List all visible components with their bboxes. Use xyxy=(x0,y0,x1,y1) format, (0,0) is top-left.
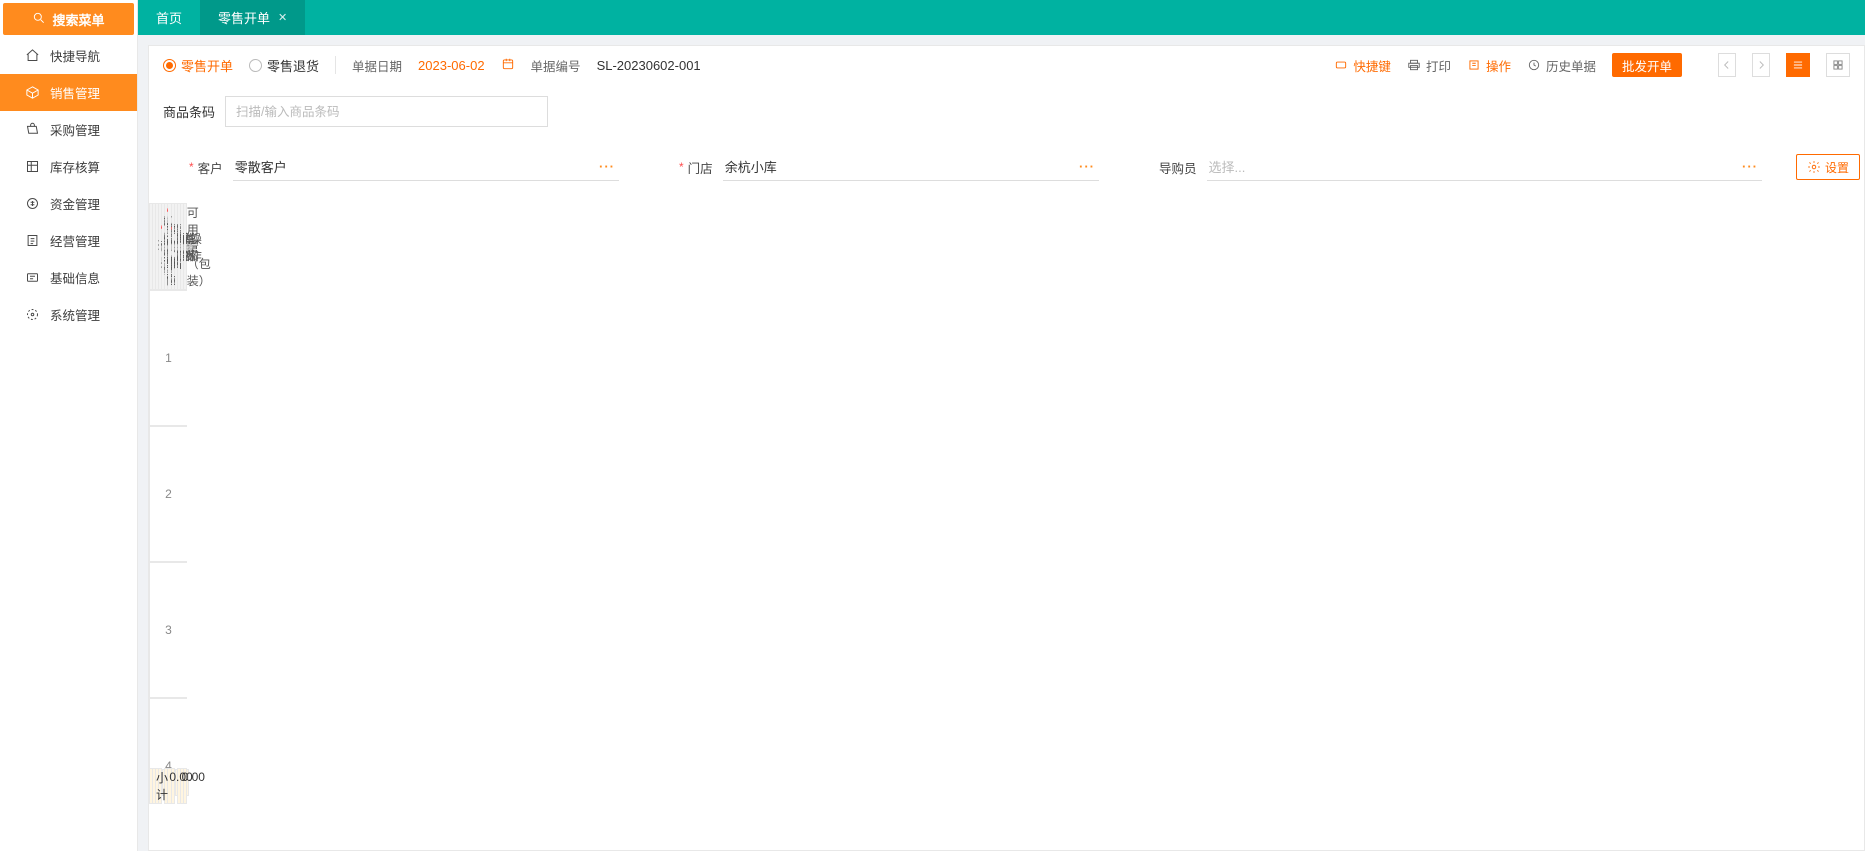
print-link[interactable]: 打印 xyxy=(1407,56,1451,75)
operate-label: 操作 xyxy=(1486,56,1511,75)
customer-value: 零散客户 xyxy=(235,157,287,176)
ellipsis-icon: ··· xyxy=(1079,159,1095,174)
row-index: 3 xyxy=(150,563,188,698)
order-number-label: 单据编号 xyxy=(531,56,581,75)
barcode-label: 商品条码 xyxy=(163,102,215,121)
row-index: 2 xyxy=(150,427,188,562)
tab[interactable]: 零售开单 ✕ xyxy=(200,0,305,35)
cart-icon xyxy=(24,122,40,138)
search-menu-label: 搜索菜单 xyxy=(52,10,104,29)
view-mode-grid-button[interactable] xyxy=(1826,53,1850,77)
base-icon xyxy=(24,270,40,286)
table-row[interactable]: 2 xyxy=(149,426,187,562)
order-form-row: *客户 零散客户 ··· *门店 余杭小库 ··· xyxy=(149,133,1864,191)
radio-retail-return[interactable]: 零售退货 xyxy=(249,56,319,75)
barcode-row: 商品条码 xyxy=(149,84,1864,133)
order-date-value[interactable]: 2023-06-02 xyxy=(418,58,485,73)
close-icon[interactable]: ✕ xyxy=(278,11,287,24)
tab-label: 零售开单 xyxy=(218,8,270,27)
col-ops: 操作 xyxy=(183,204,186,290)
sidebar-item-label: 库存核算 xyxy=(50,157,100,176)
history-link[interactable]: 历史单据 xyxy=(1527,56,1596,75)
barcode-input[interactable] xyxy=(225,96,548,127)
shortcut-link[interactable]: 快捷键 xyxy=(1334,56,1391,75)
sidebar-item-label: 快捷导航 xyxy=(50,46,100,65)
sidebar-item-base[interactable]: 基础信息 xyxy=(0,259,137,296)
sidebar-item-label: 资金管理 xyxy=(50,194,100,213)
sidebar-item-label: 采购管理 xyxy=(50,120,100,139)
history-label: 历史单据 xyxy=(1546,56,1596,75)
ellipsis-icon: ··· xyxy=(1742,159,1758,174)
sidebar: 搜索菜单 快捷导航销售管理采购管理库存核算资金管理经营管理基础信息系统管理 xyxy=(0,0,138,851)
guide-placeholder: 选择... xyxy=(1209,157,1246,176)
settings-button[interactable]: 设置 xyxy=(1796,154,1860,180)
tab-bar: 首页 零售开单 ✕ xyxy=(138,0,1865,35)
settings-label: 设置 xyxy=(1825,159,1849,176)
table-row[interactable]: 1 xyxy=(149,290,187,426)
guide-select[interactable]: 选择... ··· xyxy=(1207,153,1762,181)
store-select[interactable]: 余杭小库 ··· xyxy=(723,153,1099,181)
order-card: 零售开单 零售退货 单据日期 2023-06-02 单据编号 SL-202306… xyxy=(148,45,1865,851)
sidebar-item-home[interactable]: 快捷导航 xyxy=(0,37,137,74)
next-order-button[interactable] xyxy=(1752,53,1770,77)
radio-retail-create-label: 零售开单 xyxy=(181,56,233,75)
guide-label: 导购员 xyxy=(1159,158,1197,177)
operate-link[interactable]: 操作 xyxy=(1467,56,1511,75)
row-index: 4 xyxy=(150,699,188,769)
sidebar-item-label: 销售管理 xyxy=(50,83,100,102)
home-icon xyxy=(24,48,40,64)
system-icon xyxy=(24,307,40,323)
order-items-grid: ▲▼商品 ▲▼规格型号 ▲▼销售单位 ▲▼数量 ▲▼零售价 ▲▼折扣% ▲▼单价… xyxy=(149,203,1864,850)
ellipsis-icon: ··· xyxy=(599,159,615,174)
sidebar-item-system[interactable]: 系统管理 xyxy=(0,296,137,333)
tab-label: 首页 xyxy=(156,8,182,27)
bulk-order-button[interactable]: 批发开单 xyxy=(1612,53,1682,77)
prev-order-button[interactable] xyxy=(1718,53,1736,77)
order-number-value: SL-20230602-001 xyxy=(597,58,701,73)
sidebar-item-label: 基础信息 xyxy=(50,268,100,287)
table-row[interactable]: 3 xyxy=(149,562,187,698)
table-row[interactable]: 4 xyxy=(149,698,187,768)
store-value: 余杭小库 xyxy=(725,157,777,176)
shortcut-label: 快捷键 xyxy=(1353,56,1391,75)
sidebar-item-cart[interactable]: 采购管理 xyxy=(0,111,137,148)
sidebar-item-fund[interactable]: 资金管理 xyxy=(0,185,137,222)
card-header: 零售开单 零售退货 单据日期 2023-06-02 单据编号 SL-202306… xyxy=(149,46,1864,84)
sidebar-item-label: 经营管理 xyxy=(50,231,100,250)
order-date-label: 单据日期 xyxy=(352,56,402,75)
print-label: 打印 xyxy=(1426,56,1451,75)
row-index: 1 xyxy=(150,291,188,426)
radio-retail-return-label: 零售退货 xyxy=(267,56,319,75)
search-menu-button[interactable]: 搜索菜单 xyxy=(3,3,134,35)
sidebar-item-stock[interactable]: 库存核算 xyxy=(0,148,137,185)
search-icon xyxy=(32,11,46,28)
stock-icon xyxy=(24,159,40,175)
customer-select[interactable]: 零散客户 ··· xyxy=(233,153,619,181)
report-icon xyxy=(24,233,40,249)
tab[interactable]: 首页 xyxy=(138,0,200,35)
sidebar-item-report[interactable]: 经营管理 xyxy=(0,222,137,259)
radio-retail-create[interactable]: 零售开单 xyxy=(163,56,233,75)
store-label: 门店 xyxy=(688,158,713,177)
sidebar-item-sale[interactable]: 销售管理 xyxy=(0,74,137,111)
customer-label: 客户 xyxy=(198,158,223,177)
sidebar-item-label: 系统管理 xyxy=(50,305,100,324)
fund-icon xyxy=(24,196,40,212)
sale-icon xyxy=(24,85,40,101)
calendar-icon[interactable] xyxy=(501,57,515,74)
view-mode-list-button[interactable] xyxy=(1786,53,1810,77)
